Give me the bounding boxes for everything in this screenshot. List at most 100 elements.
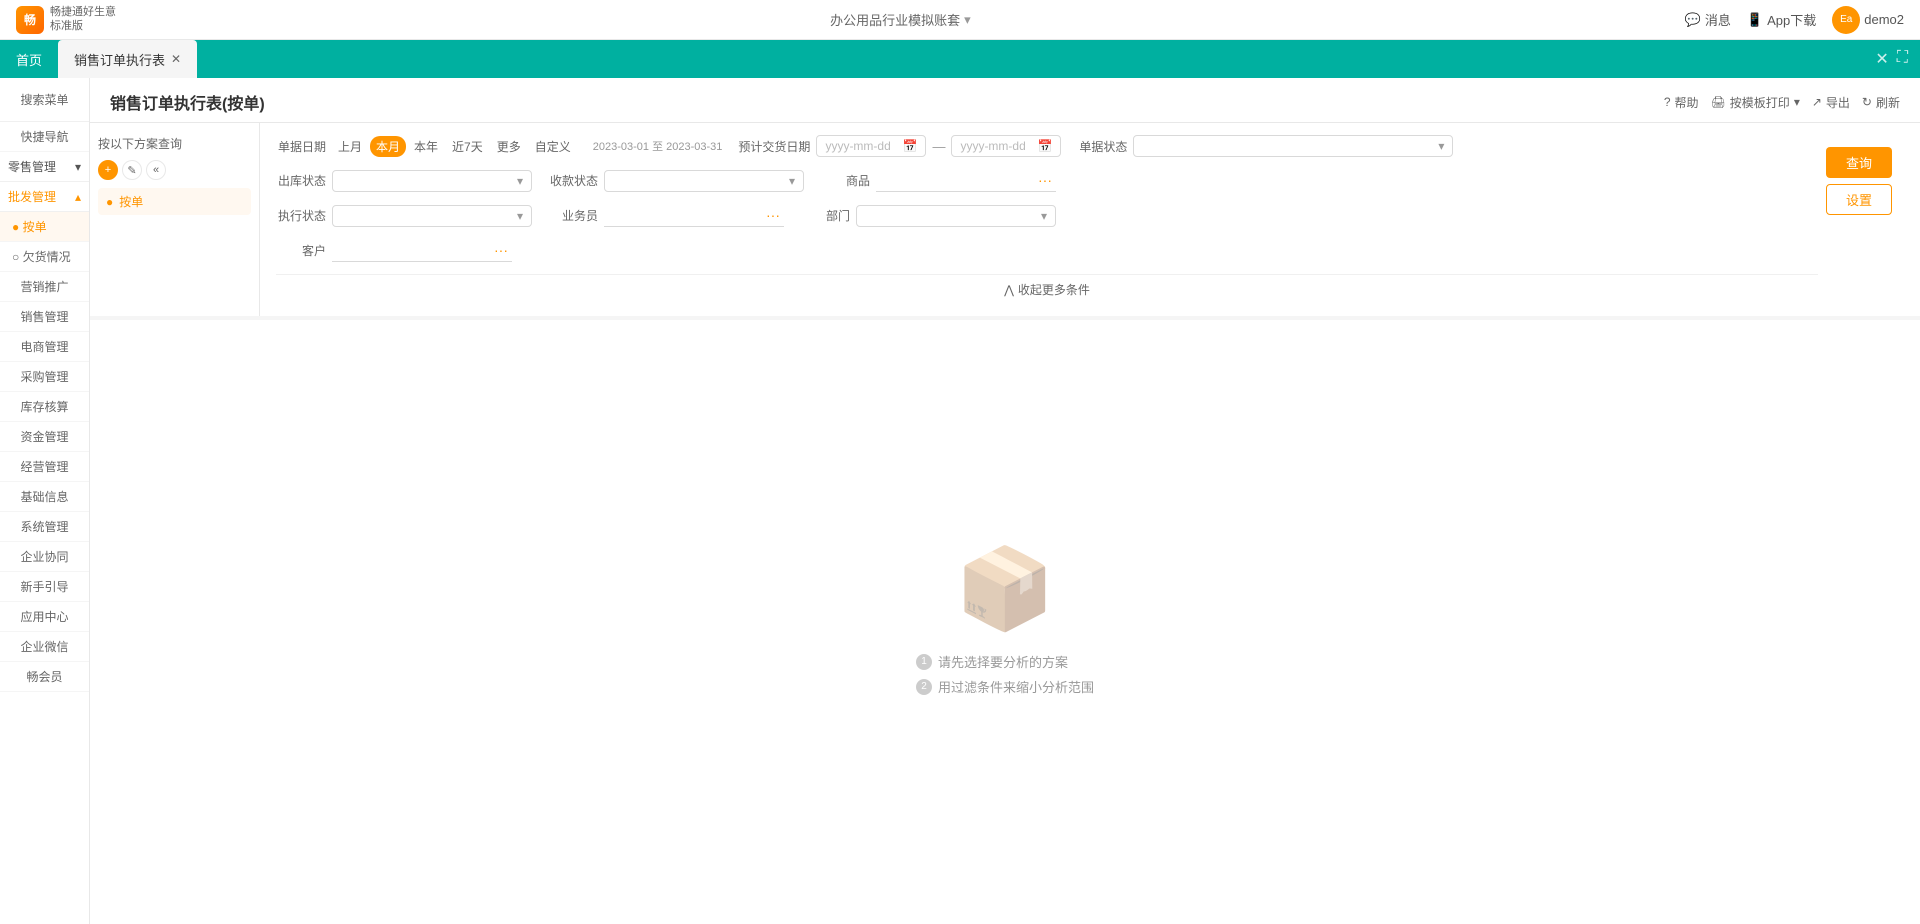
refresh-icon: ↻ bbox=[1862, 95, 1872, 109]
customer-input[interactable]: ··· bbox=[332, 239, 512, 262]
filter-group-expected-delivery: 预计交货日期 yyyy-mm-dd 📅 — yyyy-mm-dd 📅 bbox=[738, 135, 1061, 157]
date-tab-this-year[interactable]: 本年 bbox=[408, 136, 444, 157]
sidebar-item-app-center[interactable]: 应用中心 bbox=[0, 602, 89, 632]
top-header: 畅 畅捷通好生意 标准版 办公用品行业模拟账套 ▾ 💬 消息 📱 App下载 E… bbox=[0, 0, 1920, 40]
tab-sales-order-exec[interactable]: 销售订单执行表 ✕ bbox=[58, 40, 197, 78]
date-tab-last-month[interactable]: 上月 bbox=[332, 136, 368, 157]
user-avatar-area[interactable]: Ea demo2 bbox=[1832, 6, 1904, 34]
query-btn[interactable]: 查询 bbox=[1826, 147, 1892, 178]
salesperson-input[interactable]: ··· bbox=[604, 204, 784, 227]
sidebar-item-marketing[interactable]: 营销推广 bbox=[0, 272, 89, 302]
sidebar-item-quick-nav[interactable]: 快捷导航 bbox=[0, 122, 89, 152]
filter-scheme-panel: 按以下方案查询 + ✎ « ● 按单 bbox=[90, 123, 260, 316]
filter-panel: 按以下方案查询 + ✎ « ● 按单 bbox=[90, 123, 1920, 316]
receipt-status-dropdown-icon: ▾ bbox=[789, 174, 795, 188]
exec-status-dropdown-icon: ▾ bbox=[517, 209, 523, 223]
sidebar-item-purchase[interactable]: 采购管理 bbox=[0, 362, 89, 392]
app-download-btn[interactable]: 📱 App下载 bbox=[1747, 10, 1816, 29]
doc-status-label: 单据状态 bbox=[1077, 138, 1127, 155]
date-tab-this-month[interactable]: 本月 bbox=[370, 136, 406, 157]
sidebar-item-ecommerce[interactable]: 电商管理 bbox=[0, 332, 89, 362]
refresh-btn[interactable]: ↻ 刷新 bbox=[1862, 94, 1900, 111]
receipt-status-select[interactable]: ▾ bbox=[604, 170, 804, 192]
sidebar-item-newbie[interactable]: 新手引导 bbox=[0, 572, 89, 602]
page-title-row: 销售订单执行表(按单) ? 帮助 🖨 按模板打印 ▾ ↗ 导出 bbox=[110, 90, 1900, 114]
sidebar-item-member[interactable]: 畅会员 bbox=[0, 662, 89, 692]
tab-home[interactable]: 首页 bbox=[0, 40, 58, 78]
collapse-scheme-btn[interactable]: « bbox=[146, 160, 166, 180]
help-btn[interactable]: ? 帮助 bbox=[1664, 94, 1699, 111]
export-icon: ↗ bbox=[1812, 95, 1822, 109]
date-tab-custom[interactable]: 自定义 bbox=[529, 136, 577, 157]
filter-group-dept: 部门 ▾ bbox=[800, 205, 1056, 227]
sidebar-item-finance[interactable]: 资金管理 bbox=[0, 422, 89, 452]
collapse-btn[interactable]: ⋀ 收起更多条件 bbox=[276, 274, 1818, 304]
filter-group-doc-status: 单据状态 ▾ bbox=[1077, 135, 1453, 157]
sidebar-item-wholesale-mgmt[interactable]: 批发管理 ▴ bbox=[0, 182, 89, 212]
dept-select[interactable]: ▾ bbox=[856, 205, 1056, 227]
goods-input[interactable]: ··· bbox=[876, 169, 1056, 192]
message-icon: 💬 bbox=[1685, 12, 1701, 28]
avatar: Ea bbox=[1832, 6, 1860, 34]
chevron-down-icon: ▾ bbox=[75, 160, 81, 174]
filter-fields: 单据日期 上月 本月 本年 近7天 更多 自定义 2023 bbox=[260, 123, 1920, 316]
scheme-press-order-item[interactable]: ● 按单 bbox=[98, 188, 251, 215]
filter-row-date: 单据日期 上月 本月 本年 近7天 更多 自定义 2023 bbox=[276, 135, 1818, 157]
date-tab-more[interactable]: 更多 bbox=[491, 136, 527, 157]
sidebar-item-inventory[interactable]: 库存核算 bbox=[0, 392, 89, 422]
sidebar-item-enterprise[interactable]: 企业协同 bbox=[0, 542, 89, 572]
content-area: 销售订单执行表(按单) ? 帮助 🖨 按模板打印 ▾ ↗ 导出 bbox=[90, 78, 1920, 924]
export-btn[interactable]: ↗ 导出 bbox=[1812, 94, 1850, 111]
empty-hint-2: 2 用过滤条件来缩小分析范围 bbox=[916, 677, 1094, 696]
expected-delivery-start-input[interactable]: yyyy-mm-dd 📅 bbox=[816, 135, 926, 157]
print-btn[interactable]: 🖨 按模板打印 ▾ bbox=[1711, 94, 1800, 111]
goods-more-icon[interactable]: ··· bbox=[1038, 172, 1052, 188]
out-status-dropdown-icon: ▾ bbox=[517, 174, 523, 188]
goods-label: 商品 bbox=[820, 172, 870, 189]
chevron-up-icon: ▴ bbox=[75, 190, 81, 204]
exec-status-select[interactable]: ▾ bbox=[332, 205, 532, 227]
empty-illustration: 📦 bbox=[955, 542, 1055, 636]
message-btn[interactable]: 💬 消息 bbox=[1685, 10, 1731, 29]
collapse-up-icon: ⋀ bbox=[1004, 283, 1014, 297]
sidebar-item-retail-mgmt[interactable]: 零售管理 ▾ bbox=[0, 152, 89, 182]
maximize-window-btn[interactable]: ⛶ bbox=[1897, 49, 1908, 69]
add-scheme-btn[interactable]: + bbox=[98, 160, 118, 180]
expected-delivery-end-input[interactable]: yyyy-mm-dd 📅 bbox=[951, 135, 1061, 157]
out-status-select[interactable]: ▾ bbox=[332, 170, 532, 192]
print-dropdown-icon: ▾ bbox=[1794, 95, 1800, 109]
empty-state: 📦 1 请先选择要分析的方案 2 用过滤条件来缩小分析范围 bbox=[90, 320, 1920, 924]
customer-label: 客户 bbox=[276, 242, 326, 259]
header-right: 💬 消息 📱 App下载 Ea demo2 bbox=[1685, 6, 1904, 34]
filter-scheme-title: 按以下方案查询 bbox=[98, 135, 251, 152]
edit-scheme-btn[interactable]: ✎ bbox=[122, 160, 142, 180]
empty-hint-1: 1 请先选择要分析的方案 bbox=[916, 652, 1094, 671]
sidebar-sub-item-press-order[interactable]: ● 按单 bbox=[0, 212, 89, 242]
sidebar-item-operations[interactable]: 经营管理 bbox=[0, 452, 89, 482]
debt-icon: ○ bbox=[12, 250, 19, 264]
filter-group-out-status: 出库状态 ▾ bbox=[276, 170, 532, 192]
customer-more-icon[interactable]: ··· bbox=[494, 242, 508, 258]
sidebar-item-enterprise-wechat[interactable]: 企业微信 bbox=[0, 632, 89, 662]
top-center-title[interactable]: 办公用品行业模拟账套 ▾ bbox=[830, 10, 971, 29]
date-separator: — bbox=[932, 139, 945, 154]
calendar-icon2: 📅 bbox=[1037, 139, 1052, 153]
filter-group-salesperson: 业务员 ··· bbox=[548, 204, 784, 227]
sidebar-item-sales-mgmt[interactable]: 销售管理 bbox=[0, 302, 89, 332]
date-tab-7days[interactable]: 近7天 bbox=[446, 136, 489, 157]
window-controls: ✕ ⛶ bbox=[1875, 49, 1920, 69]
doc-status-select[interactable]: ▾ bbox=[1133, 135, 1453, 157]
main-layout: 搜索菜单 快捷导航 零售管理 ▾ 批发管理 ▴ ● 按单 ○ 欠货情况 营销推广… bbox=[0, 78, 1920, 924]
sidebar: 搜索菜单 快捷导航 零售管理 ▾ 批发管理 ▴ ● 按单 ○ 欠货情况 营销推广… bbox=[0, 78, 90, 924]
filter-group-date: 单据日期 上月 本月 本年 近7天 更多 自定义 bbox=[276, 136, 577, 157]
dept-label: 部门 bbox=[800, 207, 850, 224]
close-tab-icon[interactable]: ✕ bbox=[171, 52, 181, 66]
expected-delivery-label: 预计交货日期 bbox=[738, 138, 810, 155]
close-window-btn[interactable]: ✕ bbox=[1875, 49, 1888, 69]
sidebar-sub-item-debt[interactable]: ○ 欠货情况 bbox=[0, 242, 89, 272]
settings-btn[interactable]: 设置 bbox=[1826, 184, 1892, 215]
sidebar-item-sys-mgmt[interactable]: 系统管理 bbox=[0, 512, 89, 542]
search-menu-btn[interactable]: 搜索菜单 bbox=[8, 86, 81, 113]
salesperson-more-icon[interactable]: ··· bbox=[766, 207, 780, 223]
sidebar-item-basic-info[interactable]: 基础信息 bbox=[0, 482, 89, 512]
